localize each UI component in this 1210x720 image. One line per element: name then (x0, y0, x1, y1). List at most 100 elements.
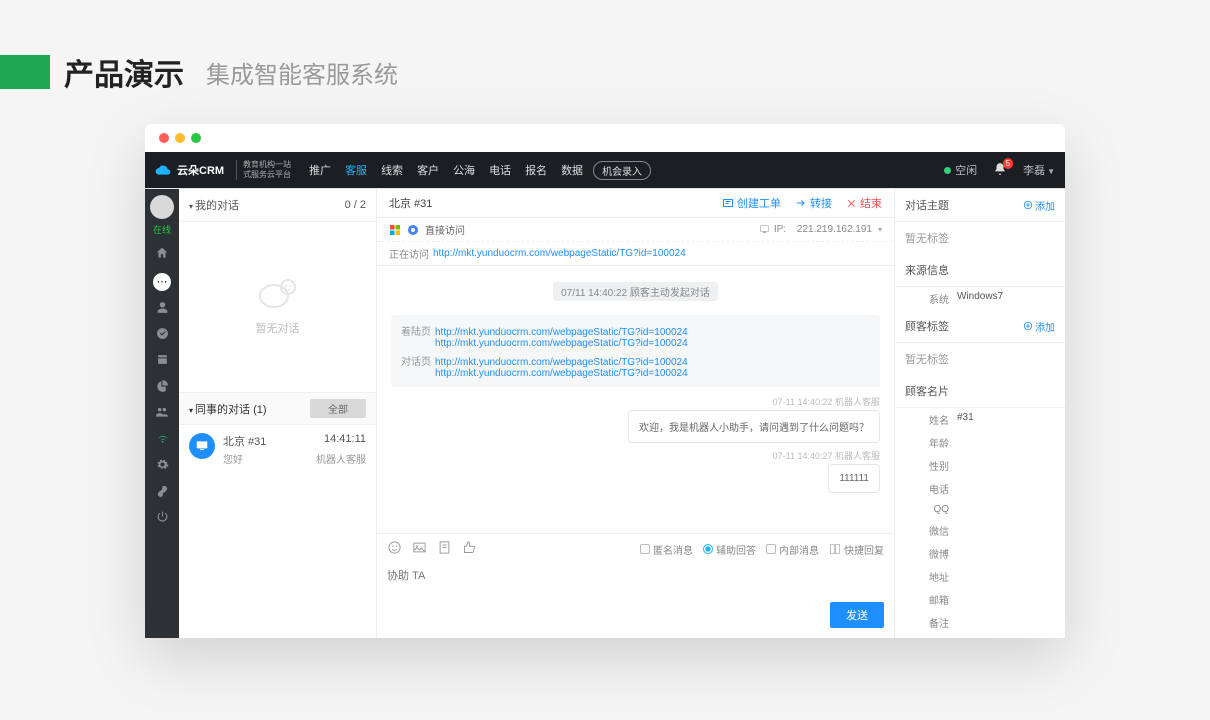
check-circle-icon[interactable] (156, 327, 169, 343)
quick-icon (829, 543, 841, 555)
link-icon[interactable] (156, 484, 169, 500)
nav-clue[interactable]: 线索 (381, 162, 403, 178)
field-sex: 性别 (895, 454, 1065, 477)
create-ticket-button[interactable]: 创建工单 (722, 195, 781, 211)
field-addr: 地址 (895, 565, 1065, 588)
home-icon[interactable] (155, 246, 169, 263)
idle-status[interactable]: 空闲 (944, 162, 977, 178)
checkbox-icon (766, 544, 776, 554)
chat-meta-row1: 直接访问 IP: 221.219.162.191 ▾ (377, 218, 894, 242)
assist-radio[interactable]: 辅助回答 (703, 542, 756, 557)
checkbox-icon (640, 544, 650, 554)
conv-avatar (189, 433, 215, 459)
person-icon[interactable] (156, 301, 169, 317)
tag-empty: 暂无标签 (895, 343, 1065, 375)
calendar-icon[interactable] (156, 353, 169, 369)
ip-display: IP: 221.219.162.191 ▾ (759, 224, 882, 235)
nav-pool[interactable]: 公海 (453, 162, 475, 178)
landing-label: 着陆页 (401, 327, 431, 338)
chat-header: 北京 #31 创建工单 转接 结束 (377, 189, 894, 218)
landing-url-2[interactable]: http://mkt.yunduocrm.com/webpageStatic/T… (435, 338, 688, 349)
field-contact: 联系人 (895, 634, 1065, 638)
accent-bar (0, 55, 50, 89)
my-conv-header[interactable]: ▾我的对话 0 / 2 (179, 189, 376, 222)
emoji-icon[interactable] (387, 540, 402, 558)
visiting-label: 正在访问 (389, 246, 429, 261)
close-dot[interactable] (159, 133, 169, 143)
chat-icon[interactable]: ⋯ (153, 273, 171, 291)
monitor-icon (195, 439, 209, 453)
dialog-url[interactable]: http://mkt.yunduocrm.com/webpageStatic/T… (435, 357, 688, 368)
field-age: 年龄 (895, 431, 1065, 454)
thumbsup-icon[interactable] (462, 540, 477, 558)
msg-timestamp: 07-11 14:40:27 机器人客服 (391, 449, 880, 462)
nav-customer[interactable]: 客户 (417, 162, 439, 178)
message-list: 07/11 14:40:22 顾客主动发起对话 着陆页 http://mkt.yu… (377, 266, 894, 533)
send-button[interactable]: 发送 (830, 602, 884, 628)
bell-button[interactable]: 5 (993, 162, 1007, 179)
close-icon (846, 198, 857, 209)
field-tel: 电话 (895, 477, 1065, 500)
page-info-box: 着陆页 http://mkt.yunduocrm.com/webpageStati… (391, 315, 880, 387)
add-tag-button[interactable]: 添加 (1023, 319, 1055, 334)
dialog-url-2[interactable]: http://mkt.yunduocrm.com/webpageStatic/T… (435, 368, 688, 379)
message-input[interactable] (387, 568, 884, 584)
opportunity-pill[interactable]: 机会录入 (593, 161, 651, 180)
nav-phone[interactable]: 电话 (489, 162, 511, 178)
power-icon[interactable] (156, 510, 169, 526)
compose-area: 发送 (377, 564, 894, 638)
user-menu[interactable]: 李磊▼ (1023, 162, 1055, 178)
conv-agent: 机器人客服 (316, 451, 366, 466)
field-mail: 邮箱 (895, 588, 1065, 611)
conv-preview: 您好 (223, 451, 243, 466)
transfer-button[interactable]: 转接 (795, 195, 832, 211)
topic-title: 对话主题 (905, 197, 949, 213)
nav-data[interactable]: 数据 (561, 162, 583, 178)
nav-signup[interactable]: 报名 (525, 162, 547, 178)
conversation-item[interactable]: 北京 #3114:41:11 您好机器人客服 (179, 425, 376, 474)
nav-service[interactable]: 客服 (345, 162, 367, 178)
brand-name: 云朵CRM (177, 162, 224, 178)
conv-title: 北京 #31 (223, 433, 266, 449)
end-button[interactable]: 结束 (846, 195, 882, 211)
maximize-dot[interactable] (191, 133, 201, 143)
chat-meta-row2: 正在访问 http://mkt.yunduocrm.com/webpageSta… (377, 242, 894, 266)
windows-icon (389, 224, 401, 236)
gear-icon[interactable] (156, 458, 169, 474)
minimize-dot[interactable] (175, 133, 185, 143)
caret-icon: ▾ (189, 202, 193, 211)
attachment-icon[interactable] (437, 540, 452, 558)
online-label: 在线 (153, 223, 171, 236)
caret-icon: ▾ (189, 406, 193, 415)
field-name: 姓名#31 (895, 408, 1065, 431)
all-button[interactable]: 全部 (310, 399, 366, 418)
monitor-icon (759, 224, 770, 235)
peer-conv-label: 同事的对话 (1) (195, 404, 267, 416)
add-topic-button[interactable]: 添加 (1023, 198, 1055, 213)
source-title: 来源信息 (905, 262, 949, 278)
wifi-icon[interactable] (156, 432, 169, 448)
topic-header: 对话主题 添加 (895, 189, 1065, 222)
visiting-url[interactable]: http://mkt.yunduocrm.com/webpageStatic/T… (433, 248, 686, 259)
landing-url[interactable]: http://mkt.yunduocrm.com/webpageStatic/T… (435, 327, 688, 338)
my-conv-label: 我的对话 (195, 200, 239, 212)
dialog-label: 对话页 (401, 357, 431, 368)
quickreply-button[interactable]: 快捷回复 (829, 542, 884, 557)
empty-text: 暂无对话 (256, 320, 300, 336)
app-window: 云朵CRM 教育机构一站式服务云平台 推广 客服 线索 客户 公海 电话 报名 … (145, 124, 1065, 638)
chevron-down-icon[interactable]: ▾ (878, 225, 882, 234)
group-icon[interactable] (155, 405, 169, 422)
anon-checkbox[interactable]: 匿名消息 (640, 542, 693, 557)
system-message: 07/11 14:40:22 顾客主动发起对话 (553, 282, 718, 301)
image-icon[interactable] (412, 540, 427, 558)
piechart-icon[interactable] (156, 379, 169, 395)
internal-checkbox[interactable]: 内部消息 (766, 542, 819, 557)
compose-toolbar: 匿名消息 辅助回答 内部消息 快捷回复 (377, 533, 894, 564)
avatar[interactable] (150, 195, 174, 219)
nav-items: 推广 客服 线索 客户 公海 电话 报名 数据 (309, 162, 583, 178)
peer-conv-header[interactable]: ▾同事的对话 (1) 全部 (179, 392, 376, 425)
card-header: 顾客名片 (895, 375, 1065, 408)
nav-promo[interactable]: 推广 (309, 162, 331, 178)
empty-state: 暂无对话 (179, 222, 376, 392)
cust-tag-title: 顾客标签 (905, 318, 949, 334)
